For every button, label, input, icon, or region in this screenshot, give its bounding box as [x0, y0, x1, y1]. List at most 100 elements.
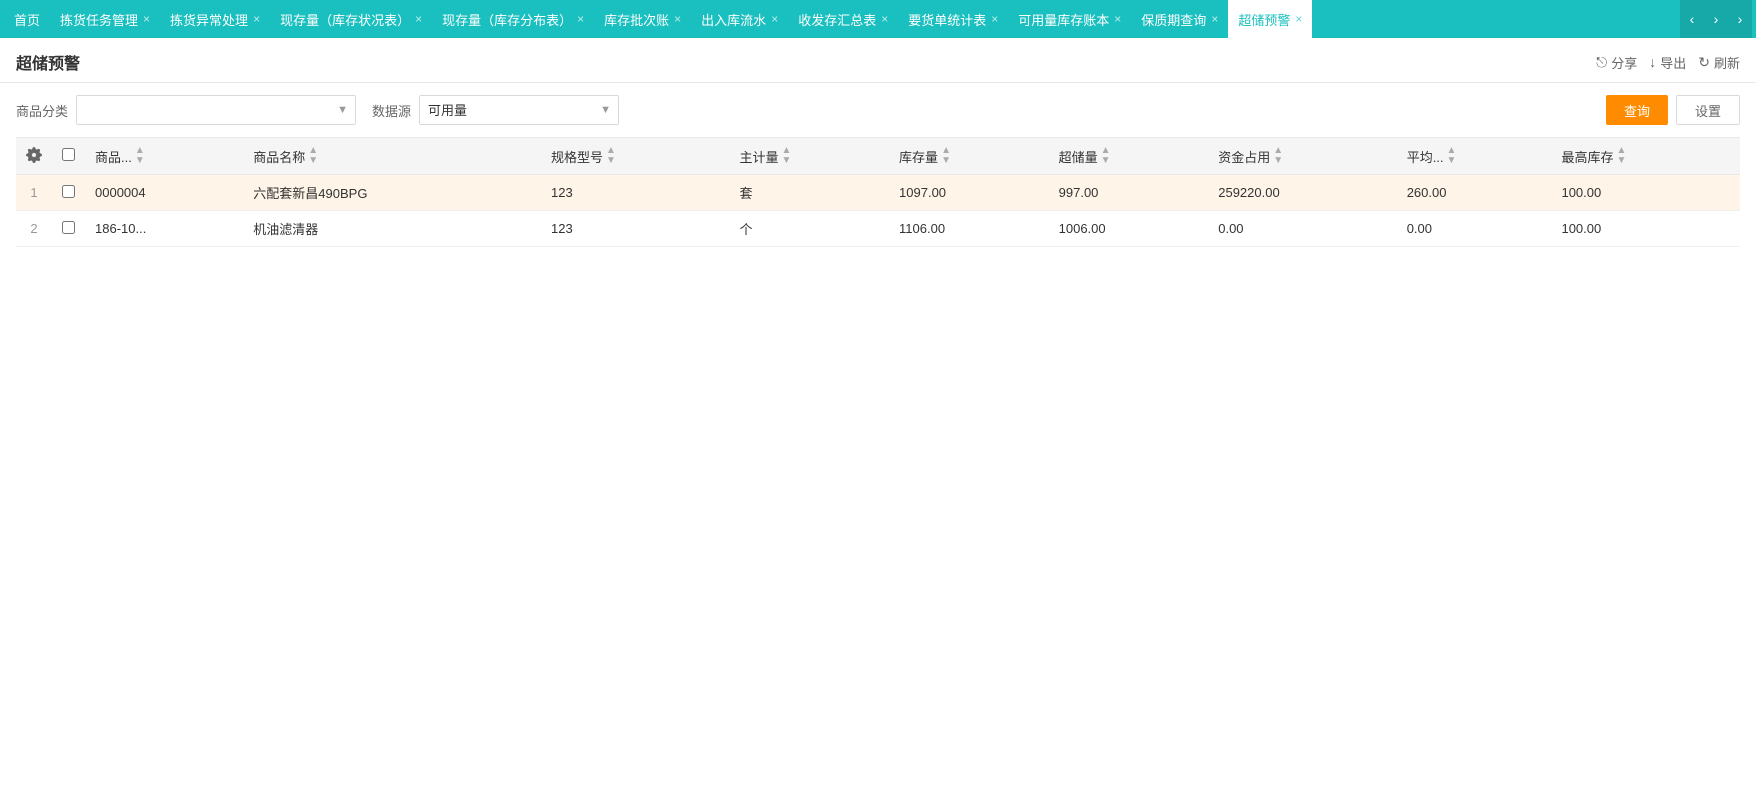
nav-item------[interactable]: 出入库流水×	[691, 0, 788, 38]
table-header-checkbox	[52, 138, 85, 175]
nav-left-arrow[interactable]: ‹	[1680, 0, 1704, 38]
row-num-2: 2	[16, 211, 52, 247]
export-icon: ↓	[1649, 54, 1656, 70]
product-category-select-wrapper: ▼	[76, 95, 356, 125]
nav-close-icon[interactable]: ×	[881, 12, 888, 26]
product-category-label: 商品分类	[16, 101, 68, 120]
nav-item-------[interactable]: 收发存汇总表×	[788, 0, 898, 38]
share-icon: ⎋	[1596, 54, 1607, 71]
cell-unit-2: 个	[729, 211, 889, 247]
cell-spec-1: 123	[541, 175, 729, 211]
data-source-select[interactable]: 可用量 现存量	[419, 95, 619, 125]
table-header-stock: 库存量 ▲▼	[889, 138, 1049, 175]
nav-close-icon[interactable]: ×	[1211, 12, 1218, 26]
data-source-select-wrapper: 可用量 现存量 ▼	[419, 95, 619, 125]
sort-icon-overstock: ▲▼	[1101, 146, 1111, 166]
refresh-icon: ↻	[1698, 54, 1710, 71]
gear-icon[interactable]	[26, 147, 42, 163]
table-header-product-name: 商品名称 ▲▼	[243, 138, 541, 175]
filter-bar: 商品分类 ▼ 数据源 可用量 现存量 ▼ 查询 设置	[0, 83, 1756, 137]
sort-icon-spec: ▲▼	[606, 146, 616, 166]
cell-capital-1: 259220.00	[1208, 175, 1396, 211]
nav-close-icon[interactable]: ×	[577, 12, 584, 26]
cell-product-name-2: 机油滤清器	[243, 211, 541, 247]
nav-item---[interactable]: 首页	[4, 0, 50, 38]
cell-spec-2: 123	[541, 211, 729, 247]
table-header-row: 商品... ▲▼ 商品名称 ▲▼ 规格型号 ▲▼	[16, 138, 1740, 175]
page-header: 超储预警 ⎋ 分享 ↓ 导出 ↻ 刷新	[0, 38, 1756, 83]
cell-max-stock-2: 100.00	[1551, 211, 1740, 247]
nav-close-icon[interactable]: ×	[1295, 12, 1302, 26]
query-button[interactable]: 查询	[1606, 95, 1668, 125]
sort-icon-capital: ▲▼	[1273, 146, 1283, 166]
top-navigation: 首页拣货任务管理×拣货异常处理×现存量（库存状况表）×现存量（库存分布表）×库存…	[0, 0, 1756, 38]
cell-avg-2: 0.00	[1397, 211, 1552, 247]
sort-icon-unit: ▲▼	[781, 146, 791, 166]
nav-close-icon[interactable]: ×	[253, 12, 260, 26]
nav-item-----------[interactable]: 现存量（库存分布表）×	[432, 0, 594, 38]
cell-stock-1: 1097.00	[889, 175, 1049, 211]
refresh-button[interactable]: ↻ 刷新	[1698, 53, 1740, 72]
nav-close-icon[interactable]: ×	[1114, 12, 1121, 26]
settings-button[interactable]: 设置	[1676, 95, 1740, 125]
nav-close-icon[interactable]: ×	[674, 12, 681, 26]
nav-item------[interactable]: 保质期查询×	[1131, 0, 1228, 38]
table-row: 1 0000004 六配套新昌490BPG 123 套 1097.00 997.…	[16, 175, 1740, 211]
table-header-spec: 规格型号 ▲▼	[541, 138, 729, 175]
sort-icon-avg: ▲▼	[1447, 146, 1457, 166]
nav-close-icon[interactable]: ×	[415, 12, 422, 26]
table-row: 2 186-10... 机油滤清器 123 个 1106.00 1006.00 …	[16, 211, 1740, 247]
row-checkbox-2[interactable]	[62, 221, 75, 234]
overstock-table: 商品... ▲▼ 商品名称 ▲▼ 规格型号 ▲▼	[16, 137, 1740, 247]
sort-icon-max-stock: ▲▼	[1616, 146, 1626, 166]
cell-capital-2: 0.00	[1208, 211, 1396, 247]
cell-stock-2: 1106.00	[889, 211, 1049, 247]
table-header-max-stock: 最高库存 ▲▼	[1551, 138, 1740, 175]
table-container: 商品... ▲▼ 商品名称 ▲▼ 规格型号 ▲▼	[0, 137, 1756, 247]
nav-item-------[interactable]: 要货单统计表×	[898, 0, 1008, 38]
product-category-select[interactable]	[76, 95, 356, 125]
sort-icon-product-name: ▲▼	[308, 146, 318, 166]
share-button[interactable]: ⎋ 分享	[1596, 53, 1637, 72]
nav-item-----[interactable]: 超储预警×	[1228, 0, 1312, 38]
nav-close-icon[interactable]: ×	[991, 12, 998, 26]
nav-arrows: ‹ › ›	[1680, 0, 1752, 38]
cell-max-stock-1: 100.00	[1551, 175, 1740, 211]
cell-product-code-1: 0000004	[85, 175, 243, 211]
cell-overstock-2: 1006.00	[1049, 211, 1209, 247]
sort-icon-product-code: ▲▼	[135, 146, 145, 166]
row-checkbox-cell-2	[52, 211, 85, 247]
nav-item-------[interactable]: 拣货异常处理×	[160, 0, 270, 38]
table-header-unit: 主计量 ▲▼	[729, 138, 889, 175]
table-body: 1 0000004 六配套新昌490BPG 123 套 1097.00 997.…	[16, 175, 1740, 247]
nav-more-arrow[interactable]: ›	[1728, 0, 1752, 38]
page-title: 超储预警	[16, 50, 80, 74]
select-all-checkbox[interactable]	[62, 148, 75, 161]
filter-actions: 查询 设置	[1606, 95, 1740, 125]
export-button[interactable]: ↓ 导出	[1649, 53, 1686, 72]
nav-item-----------[interactable]: 现存量（库存状况表）×	[270, 0, 432, 38]
page-content: 超储预警 ⎋ 分享 ↓ 导出 ↻ 刷新 商品分类 ▼	[0, 38, 1756, 800]
nav-close-icon[interactable]: ×	[143, 12, 150, 26]
cell-product-code-2: 186-10...	[85, 211, 243, 247]
nav-right-arrow[interactable]: ›	[1704, 0, 1728, 38]
nav-close-icon[interactable]: ×	[771, 12, 778, 26]
nav-item------[interactable]: 库存批次账×	[594, 0, 691, 38]
row-checkbox-cell-1	[52, 175, 85, 211]
row-num-1: 1	[16, 175, 52, 211]
table-header-overstock: 超储量 ▲▼	[1049, 138, 1209, 175]
nav-item--------[interactable]: 可用量库存账本×	[1008, 0, 1131, 38]
table-header-product-code: 商品... ▲▼	[85, 138, 243, 175]
product-category-filter: 商品分类 ▼	[16, 95, 356, 125]
sort-icon-stock: ▲▼	[941, 146, 951, 166]
cell-overstock-1: 997.00	[1049, 175, 1209, 211]
cell-unit-1: 套	[729, 175, 889, 211]
table-header-capital: 资金占用 ▲▼	[1208, 138, 1396, 175]
nav-item-------[interactable]: 拣货任务管理×	[50, 0, 160, 38]
header-actions: ⎋ 分享 ↓ 导出 ↻ 刷新	[1596, 53, 1740, 72]
cell-avg-1: 260.00	[1397, 175, 1552, 211]
data-source-label: 数据源	[372, 101, 411, 120]
table-header-avg: 平均... ▲▼	[1397, 138, 1552, 175]
row-checkbox-1[interactable]	[62, 185, 75, 198]
data-source-filter: 数据源 可用量 现存量 ▼	[372, 95, 619, 125]
